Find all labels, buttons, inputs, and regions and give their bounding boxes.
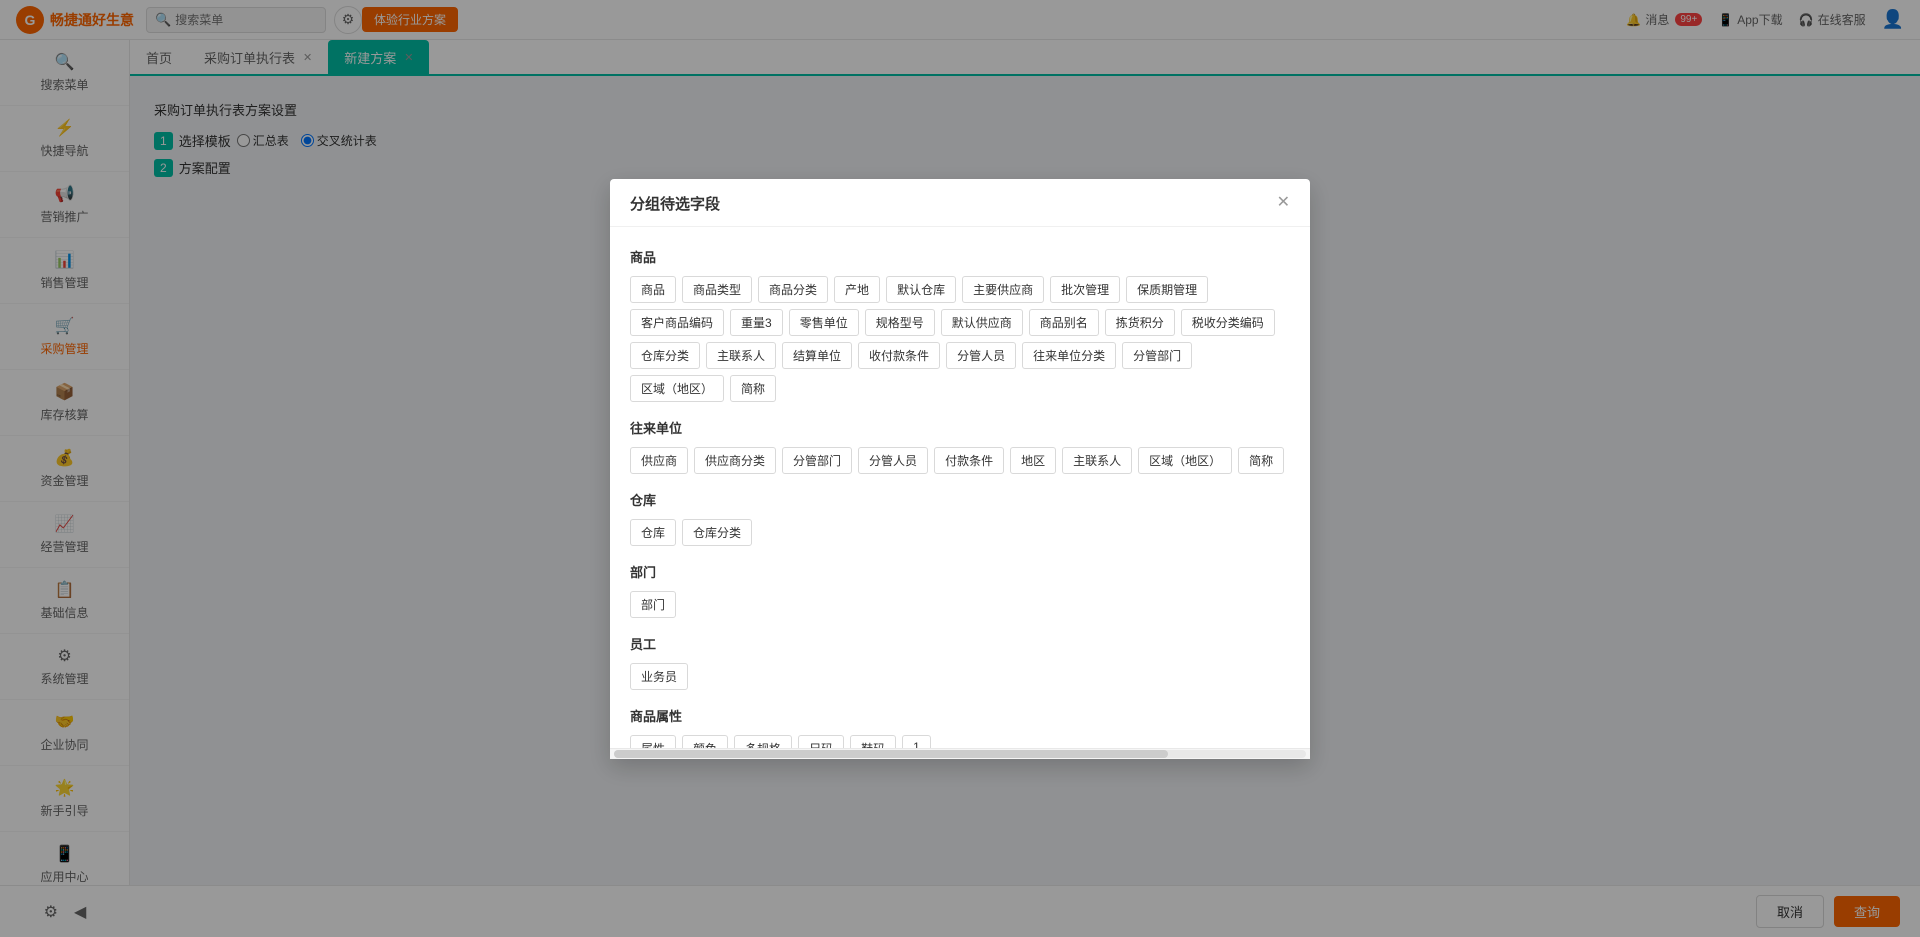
field-tag[interactable]: 付款条件 <box>934 447 1004 474</box>
section-warehouse: 仓库仓库仓库分类 <box>630 490 1290 546</box>
field-tag[interactable]: 供应商 <box>630 447 688 474</box>
section-title-goods-attr: 商品属性 <box>630 706 1290 725</box>
modal-close-button[interactable]: ✕ <box>1277 195 1290 211</box>
section-goods-attr: 商品属性属性颜色多规格尺码鞋码 1 <box>630 706 1290 748</box>
field-tag[interactable]: 商品 <box>630 276 676 303</box>
section-title-department: 部门 <box>630 562 1290 581</box>
field-tag[interactable]: 分管人员 <box>858 447 928 474</box>
field-tag[interactable]: 税收分类编码 <box>1181 309 1275 336</box>
field-tag[interactable]: 规格型号 <box>865 309 935 336</box>
field-tag[interactable]: 商品类型 <box>682 276 752 303</box>
field-tag[interactable]: 1 <box>902 735 931 748</box>
field-tag[interactable]: 供应商分类 <box>694 447 776 474</box>
field-tag[interactable]: 多规格 <box>734 735 792 748</box>
section-title-partner: 往来单位 <box>630 418 1290 437</box>
section-partner: 往来单位供应商供应商分类分管部门分管人员付款条件地区主联系人区域（地区）简称 <box>630 418 1290 474</box>
field-tag[interactable]: 分管部门 <box>782 447 852 474</box>
modal-body[interactable]: 商品商品商品类型商品分类产地默认仓库主要供应商批次管理保质期管理客户商品编码重量… <box>610 227 1310 748</box>
field-grid-warehouse: 仓库仓库分类 <box>630 519 1290 546</box>
field-grid-partner: 供应商供应商分类分管部门分管人员付款条件地区主联系人区域（地区）简称 <box>630 447 1290 474</box>
field-tag[interactable]: 区域（地区） <box>1138 447 1232 474</box>
field-tag[interactable]: 往来单位分类 <box>1022 342 1116 369</box>
field-tag[interactable]: 简称 <box>1238 447 1284 474</box>
section-department: 部门部门 <box>630 562 1290 618</box>
field-tag[interactable]: 仓库分类 <box>682 519 752 546</box>
modal-title: 分组待选字段 <box>630 193 720 214</box>
field-tag[interactable]: 产地 <box>834 276 880 303</box>
field-tag[interactable]: 地区 <box>1010 447 1056 474</box>
field-tag[interactable]: 颜色 <box>682 735 728 748</box>
section-title-warehouse: 仓库 <box>630 490 1290 509</box>
field-tag[interactable]: 默认仓库 <box>886 276 956 303</box>
section-employee: 员工业务员 <box>630 634 1290 690</box>
modal-header: 分组待选字段 ✕ <box>610 179 1310 227</box>
scrollbar-thumb <box>614 750 1168 758</box>
field-tag[interactable]: 收付款条件 <box>858 342 940 369</box>
field-tag[interactable]: 商品分类 <box>758 276 828 303</box>
field-grid-goods-attr: 属性颜色多规格尺码鞋码 1 <box>630 735 1290 748</box>
field-tag[interactable]: 属性 <box>630 735 676 748</box>
field-tag[interactable]: 结算单位 <box>782 342 852 369</box>
field-tag[interactable]: 业务员 <box>630 663 688 690</box>
field-tag[interactable]: 鞋码 <box>850 735 896 748</box>
field-grid-goods: 商品商品类型商品分类产地默认仓库主要供应商批次管理保质期管理客户商品编码重量3零… <box>630 276 1290 402</box>
field-tag[interactable]: 零售单位 <box>789 309 859 336</box>
field-tag[interactable]: 简称 <box>730 375 776 402</box>
field-tag[interactable]: 分管人员 <box>946 342 1016 369</box>
field-grid-employee: 业务员 <box>630 663 1290 690</box>
section-title-employee: 员工 <box>630 634 1290 653</box>
field-tag[interactable]: 商品别名 <box>1029 309 1099 336</box>
modal: 分组待选字段 ✕ 商品商品商品类型商品分类产地默认仓库主要供应商批次管理保质期管… <box>610 179 1310 759</box>
field-tag[interactable]: 主要供应商 <box>962 276 1044 303</box>
field-tag[interactable]: 仓库分类 <box>630 342 700 369</box>
field-tag[interactable]: 分管部门 <box>1122 342 1192 369</box>
field-tag[interactable]: 部门 <box>630 591 676 618</box>
modal-overlay: 分组待选字段 ✕ 商品商品商品类型商品分类产地默认仓库主要供应商批次管理保质期管… <box>0 0 1920 937</box>
modal-footer-scroll <box>610 748 1310 759</box>
field-tag[interactable]: 区域（地区） <box>630 375 724 402</box>
field-tag[interactable]: 主联系人 <box>706 342 776 369</box>
field-tag[interactable]: 默认供应商 <box>941 309 1023 336</box>
field-tag[interactable]: 客户商品编码 <box>630 309 724 336</box>
section-title-goods: 商品 <box>630 247 1290 266</box>
field-tag[interactable]: 仓库 <box>630 519 676 546</box>
field-tag[interactable]: 拣货积分 <box>1105 309 1175 336</box>
field-tag[interactable]: 批次管理 <box>1050 276 1120 303</box>
field-tag[interactable]: 重量3 <box>730 309 783 336</box>
section-goods: 商品商品商品类型商品分类产地默认仓库主要供应商批次管理保质期管理客户商品编码重量… <box>630 247 1290 402</box>
field-tag[interactable]: 主联系人 <box>1062 447 1132 474</box>
field-grid-department: 部门 <box>630 591 1290 618</box>
field-tag[interactable]: 保质期管理 <box>1126 276 1208 303</box>
field-tag[interactable]: 尺码 <box>798 735 844 748</box>
horizontal-scrollbar[interactable] <box>614 750 1306 758</box>
